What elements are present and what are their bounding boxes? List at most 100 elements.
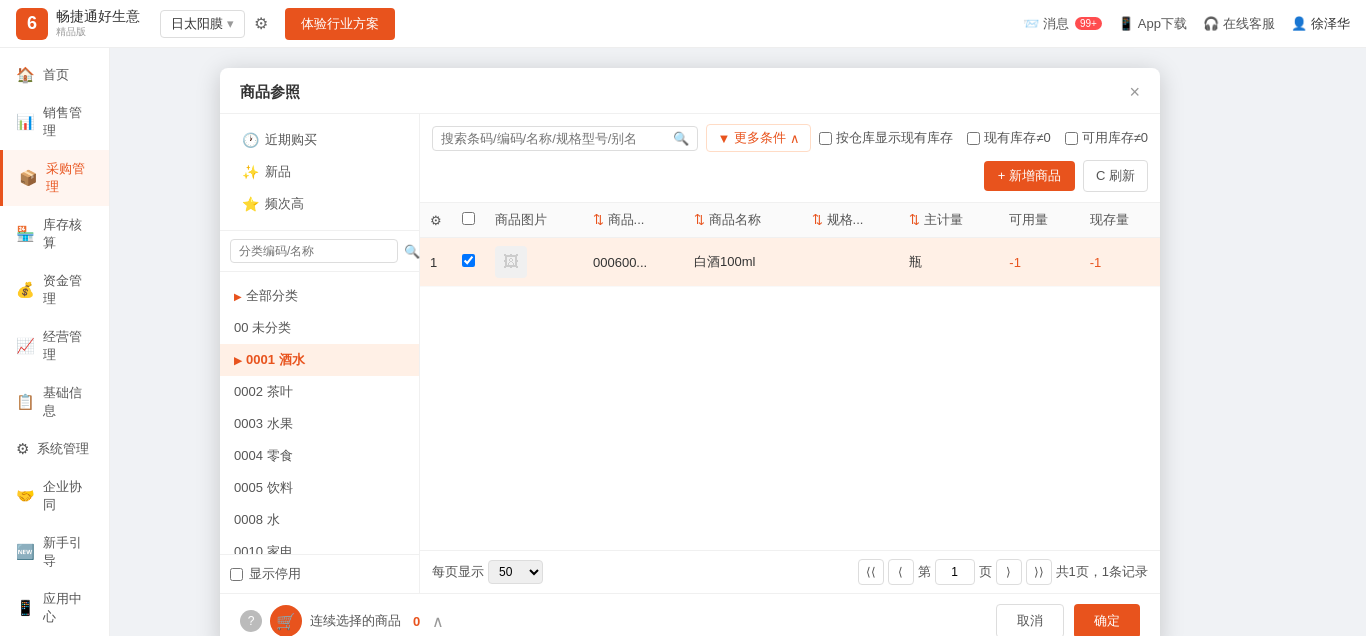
product-search-input[interactable]: [441, 131, 669, 146]
nav-select[interactable]: 日太阳膜 ▾: [160, 10, 245, 38]
nav-select-label: 日太阳膜: [171, 15, 223, 33]
checkbox-warehouse[interactable]: 按仓库显示现有库存: [819, 129, 953, 147]
sidebar-item-inventory[interactable]: 🏪 库存核算: [0, 206, 109, 262]
category-label: 0001 酒水: [246, 351, 305, 369]
cart-button[interactable]: 🛒: [270, 605, 302, 636]
sidebar-item-label: 首页: [43, 66, 69, 84]
prev-page-button[interactable]: ⟨: [888, 559, 914, 585]
category-item-3[interactable]: 0003 水果: [220, 408, 419, 440]
page-number-input[interactable]: [935, 559, 975, 585]
sidebar-item-system[interactable]: ⚙ 系统管理: [0, 430, 109, 468]
col-spec: ⇅ 规格...: [802, 203, 899, 238]
table-row[interactable]: 1 🖼 000600... 白酒100ml 瓶 -1: [420, 238, 1160, 287]
next-page-button[interactable]: ⟩: [996, 559, 1022, 585]
refresh-button[interactable]: C 刷新: [1083, 160, 1148, 192]
category-list: ▶ 全部分类 00 未分类 ▶ 0001 酒水 0002 茶叶: [220, 272, 419, 554]
checkbox-available-nonzero[interactable]: 可用库存≠0: [1065, 129, 1148, 147]
content-area: 商品参照 × 🕐 近期购买 ✨ 新: [110, 48, 1366, 636]
show-disabled-checkbox[interactable]: [230, 568, 243, 581]
message-icon: 📨: [1023, 16, 1039, 31]
quick-link-frequent[interactable]: ⭐ 频次高: [230, 188, 409, 220]
row-checkbox[interactable]: [452, 238, 485, 287]
purchase-icon: 📦: [19, 169, 38, 187]
quick-link-recent[interactable]: 🕐 近期购买: [230, 124, 409, 156]
add-product-button[interactable]: + 新增商品: [984, 161, 1075, 191]
modal-close-button[interactable]: ×: [1129, 82, 1140, 103]
total-label: 共1页，1条记录: [1056, 563, 1148, 581]
available-nonzero-checkbox[interactable]: [1065, 132, 1078, 145]
col-image: 商品图片: [485, 203, 583, 238]
show-disabled-label: 显示停用: [249, 565, 301, 583]
filter-button[interactable]: ▼ 更多条件 ∧: [706, 124, 811, 152]
help-icon-button[interactable]: ?: [240, 610, 262, 632]
experience-button[interactable]: 体验行业方案: [285, 8, 395, 40]
collapse-footer-button[interactable]: ∧: [432, 612, 444, 631]
sidebar-item-label: 销售管理: [43, 104, 93, 140]
user-item[interactable]: 👤 徐泽华: [1291, 15, 1350, 33]
finance-icon: 💰: [16, 281, 35, 299]
cancel-button[interactable]: 取消: [996, 604, 1064, 636]
top-nav: 6 畅捷通好生意 精品版 日太阳膜 ▾ ⚙ 体验行业方案 📨 消息 99+ 📱 …: [0, 0, 1366, 48]
sidebar-item-operations[interactable]: 📈 经营管理: [0, 318, 109, 374]
settings-col-icon: ⚙: [430, 213, 442, 228]
first-page-button[interactable]: ⟨⟨: [858, 559, 884, 585]
category-item-all[interactable]: ▶ 全部分类: [220, 280, 419, 312]
checkbox-available-label: 可用库存≠0: [1082, 129, 1148, 147]
sidebar-item-label: 系统管理: [37, 440, 89, 458]
select-all-checkbox[interactable]: [462, 212, 475, 225]
category-item-1[interactable]: ▶ 0001 酒水: [220, 344, 419, 376]
home-icon: 🏠: [16, 66, 35, 84]
quick-link-new[interactable]: ✨ 新品: [230, 156, 409, 188]
sidebar-item-apps[interactable]: 📱 应用中心: [0, 580, 109, 636]
sidebar-item-sales[interactable]: 📊 销售管理: [0, 94, 109, 150]
sidebar-item-label: 应用中心: [43, 590, 93, 626]
search-icon: 🔍: [673, 131, 689, 146]
confirm-button[interactable]: 确定: [1074, 604, 1140, 636]
sort-icon: ⇅: [812, 212, 823, 227]
category-item-5[interactable]: 0005 饮料: [220, 472, 419, 504]
row-name: 白酒100ml: [684, 238, 802, 287]
category-search-input[interactable]: [230, 239, 398, 263]
settings-icon-btn[interactable]: ⚙: [245, 8, 277, 40]
row-spec: [802, 238, 899, 287]
sidebar-item-basic[interactable]: 📋 基础信息: [0, 374, 109, 430]
logo-sub: 精品版: [56, 25, 140, 39]
sidebar-item-enterprise[interactable]: 🤝 企业协同: [0, 468, 109, 524]
app-download-item[interactable]: 📱 App下载: [1118, 15, 1187, 33]
category-item-2[interactable]: 0002 茶叶: [220, 376, 419, 408]
sidebar-item-home[interactable]: 🏠 首页: [0, 56, 109, 94]
category-search-icon[interactable]: 🔍: [404, 244, 420, 259]
warehouse-checkbox[interactable]: [819, 132, 832, 145]
message-label: 消息: [1043, 15, 1069, 33]
page-nav: ⟨⟨ ⟨ 第 页 ⟩ ⟩⟩ 共1页，1条记录: [858, 559, 1148, 585]
left-top: 🕐 近期购买 ✨ 新品 ⭐ 频次高: [220, 114, 419, 231]
product-table: ⚙ 商品图片 ⇅ 商品... ⇅ 商品名称: [420, 203, 1160, 287]
per-page-selector[interactable]: 50 100 200: [488, 560, 543, 584]
col-unit: ⇅ 主计量: [899, 203, 999, 238]
sidebar-item-finance[interactable]: 💰 资金管理: [0, 262, 109, 318]
sidebar-item-purchase[interactable]: 📦 采购管理: [0, 150, 109, 206]
sidebar-item-newbie[interactable]: 🆕 新手引导: [0, 524, 109, 580]
product-table-wrap: ⚙ 商品图片 ⇅ 商品... ⇅ 商品名称: [420, 203, 1160, 550]
category-item-7[interactable]: 0010 家电: [220, 536, 419, 554]
table-header-row: ⚙ 商品图片 ⇅ 商品... ⇅ 商品名称: [420, 203, 1160, 238]
sidebar-item-label: 基础信息: [43, 384, 93, 420]
online-service-label: 在线客服: [1223, 15, 1275, 33]
nav-select-arrow: ▾: [227, 16, 234, 31]
online-service-item[interactable]: 🎧 在线客服: [1203, 15, 1275, 33]
left-panel: 🕐 近期购买 ✨ 新品 ⭐ 频次高: [220, 114, 420, 593]
category-label: 0008 水: [234, 511, 280, 529]
expand-icon: ▶: [234, 291, 242, 302]
category-item-0[interactable]: 00 未分类: [220, 312, 419, 344]
user-name: 徐泽华: [1311, 15, 1350, 33]
category-item-4[interactable]: 0004 零食: [220, 440, 419, 472]
stock-nonzero-checkbox[interactable]: [967, 132, 980, 145]
category-item-6[interactable]: 0008 水: [220, 504, 419, 536]
product-reference-modal: 商品参照 × 🕐 近期购买 ✨ 新: [220, 68, 1160, 636]
checkbox-stock-nonzero[interactable]: 现有库存≠0: [967, 129, 1050, 147]
row-image: 🖼: [485, 238, 583, 287]
last-page-button[interactable]: ⟩⟩: [1026, 559, 1052, 585]
page-unit-label: 页: [979, 563, 992, 581]
modal-header: 商品参照 ×: [220, 68, 1160, 114]
message-item[interactable]: 📨 消息 99+: [1023, 15, 1102, 33]
